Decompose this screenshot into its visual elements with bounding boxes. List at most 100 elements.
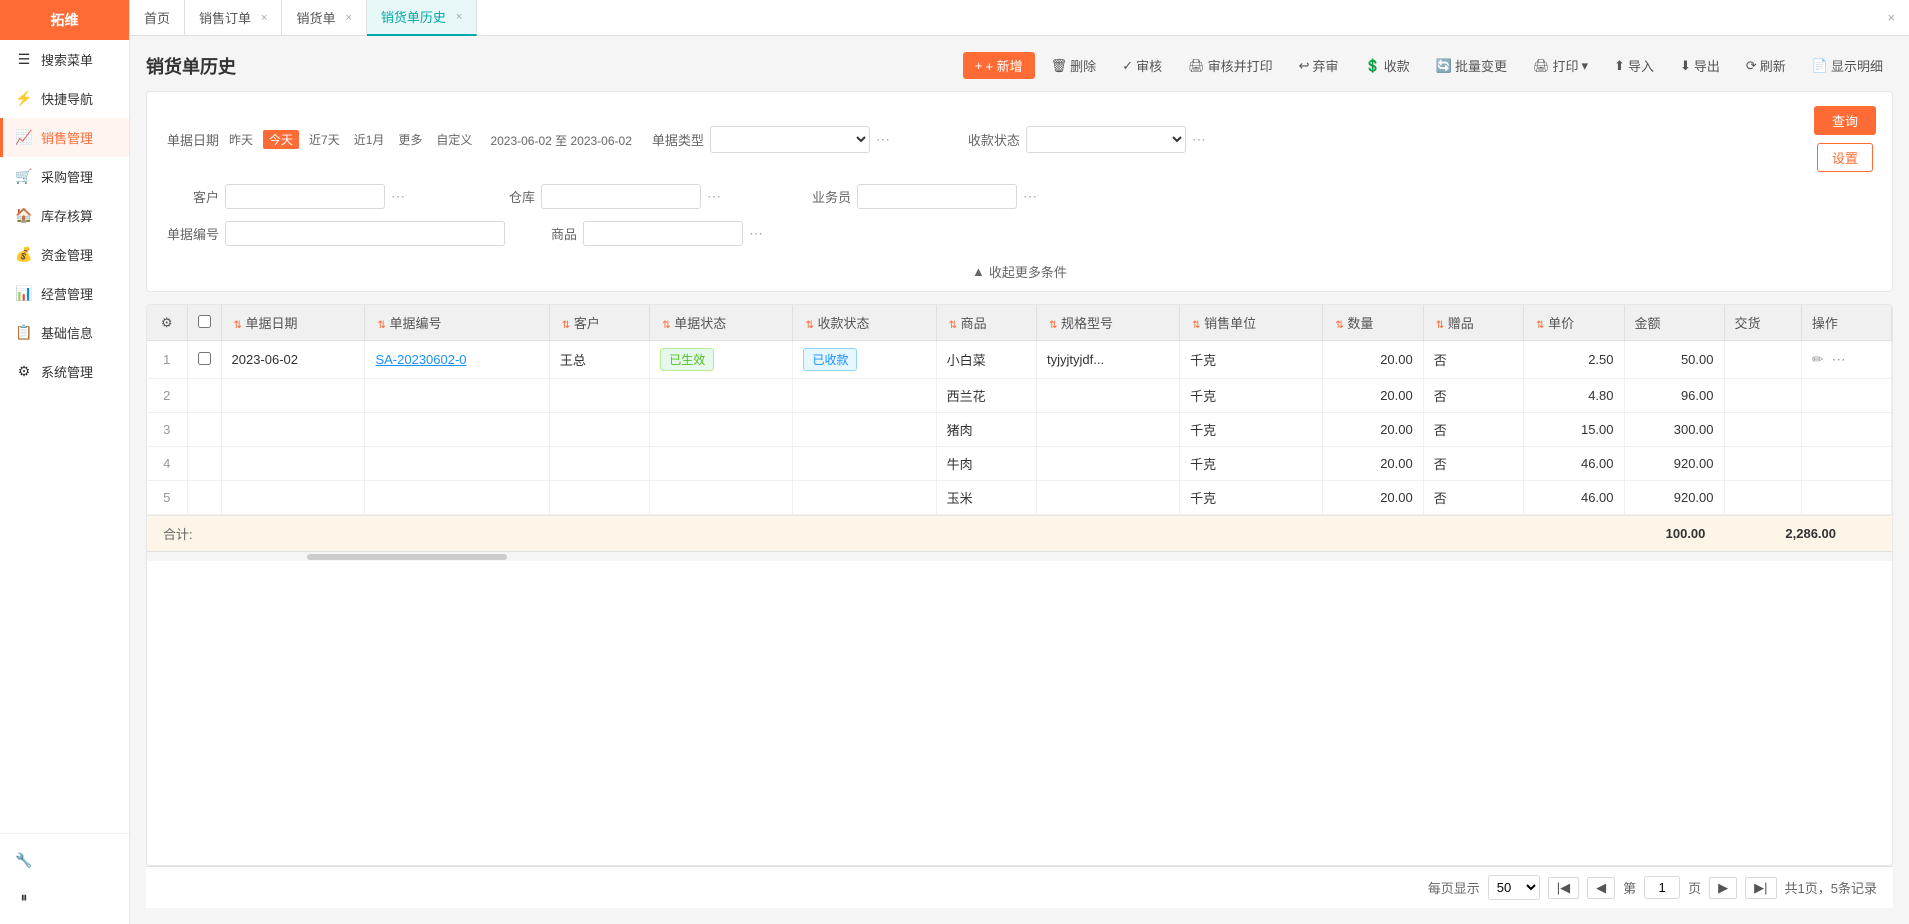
row-actions: ✏ ⋯ [1801,341,1891,379]
goods-input[interactable] [583,221,743,246]
th-settings[interactable]: ⚙ [147,305,187,341]
abandon-button[interactable]: ↩ 弃审 [1289,52,1349,79]
salesperson-input[interactable] [857,184,1017,209]
warehouse-input[interactable] [541,184,701,209]
more-icon[interactable]: ⋯ [1832,351,1846,368]
table-settings-icon[interactable]: ⚙ [161,315,173,330]
table-row: 2 西兰花 千克 20.00 否 4.80 96.00 [147,379,1892,413]
prev-page-btn[interactable]: ◀ [1587,877,1615,899]
batch-change-button[interactable]: 🔄 批量变更 [1426,52,1517,79]
total-qty: 100.00 [1666,526,1706,541]
finance-icon: 💰 [15,246,33,263]
th-goods[interactable]: ⇅ 商品 [936,305,1036,341]
shortcut-custom[interactable]: 自定义 [432,130,476,149]
tab-bar-close-btn[interactable]: × [1873,10,1909,25]
row-checkbox[interactable] [198,352,211,365]
th-doc-number[interactable]: ⇅ 单据编号 [365,305,549,341]
doc-type-label: 单据类型 [648,130,704,149]
first-page-btn[interactable]: |◀ [1548,877,1579,899]
shortcut-7days[interactable]: 近7天 [305,130,344,149]
row-qty: 20.00 [1323,341,1423,379]
row-customer [549,379,649,413]
tab-sales-history[interactable]: 销货单历史 × [367,0,477,36]
export-button[interactable]: ⬇ 导出 [1670,52,1730,79]
shortcut-today[interactable]: 今天 [263,130,299,149]
setting-button[interactable]: 设置 [1817,143,1873,172]
shortcut-yesterday[interactable]: 昨天 [225,130,257,149]
audit-button[interactable]: ✓ 审核 [1112,52,1172,79]
doc-type-more-icon[interactable]: ⋯ [876,131,890,148]
scrollbar-thumb[interactable] [307,554,507,560]
refresh-icon: ⟳ [1746,58,1757,74]
customer-input[interactable] [225,184,385,209]
payment-status-select[interactable] [1026,126,1186,153]
row-num: 5 [147,481,187,515]
tab-sales-order[interactable]: 销售订单 × [185,0,282,36]
per-page-select[interactable]: 50 100 200 [1488,875,1540,900]
delete-button[interactable]: 🗑 删除 [1041,52,1107,79]
salesperson-more-icon[interactable]: ⋯ [1023,188,1037,205]
horizontal-scrollbar[interactable] [147,551,1892,561]
shortcut-1month[interactable]: 近1月 [350,130,389,149]
sidebar-item-label: 库存核算 [41,206,93,225]
import-button[interactable]: ⬆ 导入 [1604,52,1664,79]
receive-button[interactable]: 💲 收款 [1355,52,1420,79]
sort-icon-doc-date: ⇅ [234,320,242,331]
sidebar-item-operations[interactable]: 📊 经营管理 [0,274,129,313]
select-all-checkbox[interactable] [198,315,211,328]
print-button[interactable]: 🖨 打印 ▾ [1523,52,1598,79]
th-amount: 金额 [1624,305,1724,341]
doc-number-input[interactable] [225,221,505,246]
row-actions [1801,447,1891,481]
tab-sales-history-close[interactable]: × [456,11,462,23]
sidebar-item-search-menu[interactable]: ☰ 搜索菜单 [0,40,129,79]
new-button[interactable]: + + 新增 [963,52,1035,79]
th-payment-status[interactable]: ⇅ 收款状态 [793,305,936,341]
collapse-button[interactable]: ▲ 收起更多条件 [163,258,1876,283]
sidebar-item-label: 资金管理 [41,245,93,264]
row-gift: 否 [1423,413,1523,447]
sidebar-item-system-mgmt[interactable]: ⚙ 系统管理 [0,352,129,391]
sidebar-item-inventory[interactable]: 🏠 库存核算 [0,196,129,235]
table-row: 1 2023-06-02 SA-20230602-0 王总 已生效 已收款 小白… [147,341,1892,379]
tab-sales-goods[interactable]: 销货单 × [282,0,366,36]
tab-sales-order-close[interactable]: × [261,12,267,24]
goods-more-icon[interactable]: ⋯ [749,225,763,242]
sidebar-item-sales-mgmt[interactable]: 📈 销售管理 [0,118,129,157]
row-checkbox-cell [187,447,221,481]
th-unit-price[interactable]: ⇅ 单价 [1524,305,1624,341]
sort-icon-doc-number: ⇅ [377,320,385,331]
th-spec[interactable]: ⇅ 规格型号 [1037,305,1180,341]
sidebar-item-basic-info[interactable]: 📋 基础信息 [0,313,129,352]
sort-icon-customer: ⇅ [562,320,570,331]
sidebar-item-finance[interactable]: 💰 资金管理 [0,235,129,274]
page-input[interactable] [1644,876,1680,899]
show-detail-button[interactable]: 📄 显示明细 [1802,52,1893,79]
refresh-button[interactable]: ⟳ 刷新 [1736,52,1796,79]
th-unit[interactable]: ⇅ 销售单位 [1180,305,1323,341]
edit-icon[interactable]: ✏ [1812,351,1824,368]
th-gift[interactable]: ⇅ 赠品 [1423,305,1523,341]
shortcut-more[interactable]: 更多 [394,130,426,149]
next-page-btn[interactable]: ▶ [1709,877,1737,899]
tab-home[interactable]: 首页 [130,0,185,36]
basic-info-icon: 📋 [15,324,33,341]
doc-type-select[interactable] [710,126,870,153]
warehouse-more-icon[interactable]: ⋯ [707,188,721,205]
payment-status-more-icon[interactable]: ⋯ [1192,131,1206,148]
sidebar-item-bottom-2[interactable]: ⏸ [0,879,129,916]
th-customer[interactable]: ⇅ 客户 [549,305,649,341]
audit-print-button[interactable]: 🖨 审核并打印 [1178,52,1283,79]
sidebar-item-bottom-1[interactable]: 🔧 [0,842,129,879]
row-qty: 20.00 [1323,379,1423,413]
th-doc-date[interactable]: ⇅ 单据日期 [221,305,365,341]
last-page-btn[interactable]: ▶| [1745,877,1776,899]
doc-number-link[interactable]: SA-20230602-0 [375,352,466,367]
tab-sales-goods-close[interactable]: × [345,12,351,24]
th-doc-status[interactable]: ⇅ 单据状态 [650,305,793,341]
query-button[interactable]: 查询 [1814,106,1876,135]
sidebar-item-quick-nav[interactable]: ⚡ 快捷导航 [0,79,129,118]
sidebar-item-purchase-mgmt[interactable]: 🛒 采购管理 [0,157,129,196]
th-qty[interactable]: ⇅ 数量 [1323,305,1423,341]
customer-more-icon[interactable]: ⋯ [391,188,405,205]
